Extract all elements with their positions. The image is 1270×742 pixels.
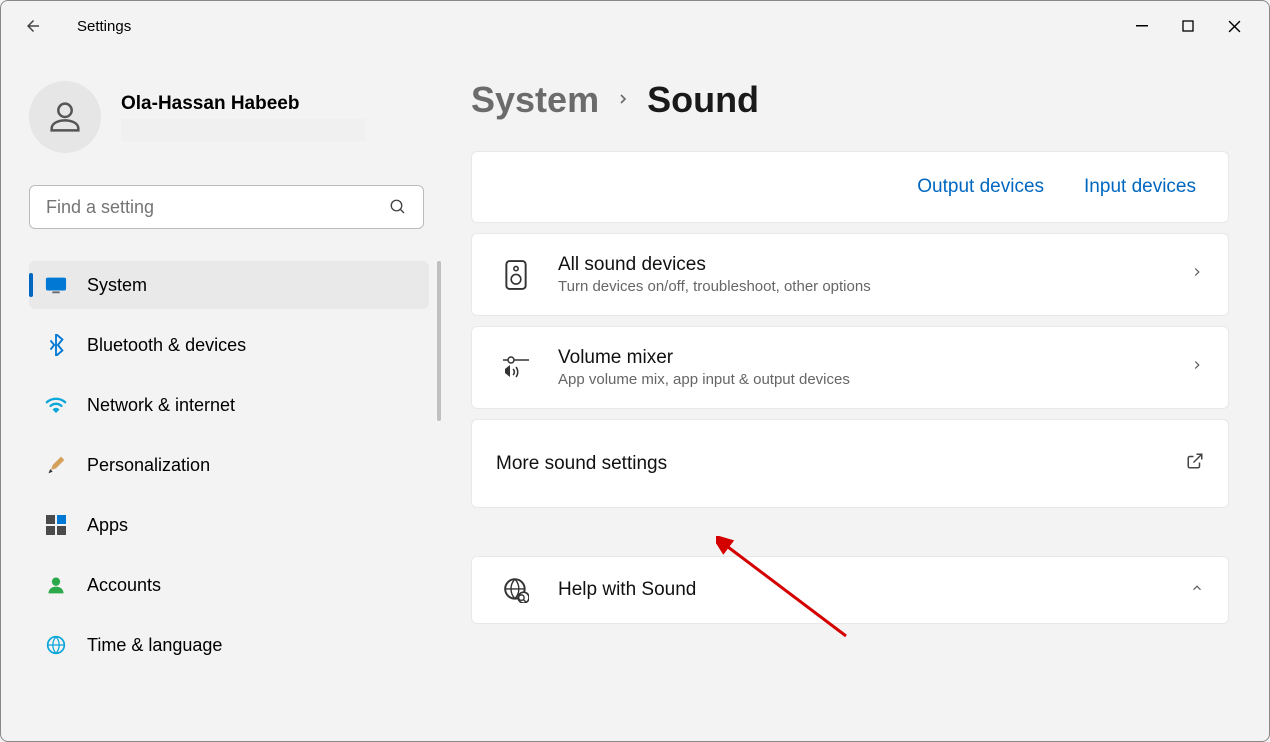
nav-item-system[interactable]: System (29, 261, 429, 309)
mixer-icon (496, 355, 536, 381)
row-description: App volume mix, app input & output devic… (558, 371, 1190, 388)
nav-label: Network & internet (87, 395, 235, 416)
nav-label: System (87, 275, 147, 296)
brush-icon (45, 454, 67, 476)
nav-label: Time & language (87, 635, 222, 656)
back-button[interactable] (13, 6, 53, 46)
close-icon (1228, 20, 1241, 33)
nav-list: System Bluetooth & devices Network & int… (29, 261, 423, 669)
app-title: Settings (77, 18, 131, 35)
nav-item-bluetooth[interactable]: Bluetooth & devices (29, 321, 429, 369)
speaker-device-icon (496, 260, 536, 290)
display-icon (45, 274, 67, 296)
open-external-icon (1186, 452, 1204, 475)
titlebar: Settings (1, 1, 1269, 51)
person-icon (45, 574, 67, 596)
window-controls (1119, 10, 1257, 42)
search-icon (389, 198, 407, 216)
row-title: Volume mixer (558, 347, 1190, 369)
profile-name: Ola-Hassan Habeeb (121, 93, 366, 115)
chevron-up-icon (1190, 581, 1204, 600)
volume-mixer-row[interactable]: Volume mixer App volume mix, app input &… (471, 326, 1229, 409)
nav-item-time-language[interactable]: Time & language (29, 621, 429, 669)
bluetooth-icon (45, 334, 67, 356)
sidebar: Ola-Hassan Habeeb System Bluetooth & dev… (1, 51, 441, 741)
profile-email-redacted (121, 119, 366, 141)
breadcrumb-parent[interactable]: System (471, 79, 599, 121)
minimize-icon (1136, 20, 1148, 32)
maximize-icon (1182, 20, 1194, 32)
globe-help-icon (496, 577, 536, 603)
wifi-icon (45, 394, 67, 416)
scrollbar[interactable] (437, 261, 441, 421)
all-sound-devices-row[interactable]: All sound devices Turn devices on/off, t… (471, 233, 1229, 316)
chevron-right-icon (1190, 358, 1204, 377)
maximize-button[interactable] (1165, 10, 1211, 42)
search-input[interactable] (46, 197, 389, 218)
main-content: System Sound Output devices Input device… (441, 51, 1269, 741)
avatar (29, 81, 101, 153)
close-button[interactable] (1211, 10, 1257, 42)
nav-label: Accounts (87, 575, 161, 596)
page-title: Sound (647, 79, 759, 121)
apps-icon (45, 514, 67, 536)
breadcrumb: System Sound (471, 79, 1229, 121)
nav-item-network[interactable]: Network & internet (29, 381, 429, 429)
nav-item-personalization[interactable]: Personalization (29, 441, 429, 489)
row-description: Turn devices on/off, troubleshoot, other… (558, 278, 1190, 295)
person-icon (45, 97, 85, 137)
row-title: Help with Sound (558, 579, 1190, 601)
help-with-sound-row[interactable]: Help with Sound (471, 556, 1229, 624)
chevron-right-icon (615, 86, 631, 114)
nav-label: Apps (87, 515, 128, 536)
row-title: All sound devices (558, 254, 1190, 276)
tab-output-devices[interactable]: Output devices (917, 176, 1044, 198)
nav-label: Bluetooth & devices (87, 335, 246, 356)
minimize-button[interactable] (1119, 10, 1165, 42)
profile[interactable]: Ola-Hassan Habeeb (29, 81, 423, 153)
row-title: More sound settings (496, 453, 1186, 475)
device-tabs-card: Output devices Input devices (471, 151, 1229, 223)
nav-item-apps[interactable]: Apps (29, 501, 429, 549)
nav-item-accounts[interactable]: Accounts (29, 561, 429, 609)
search-box[interactable] (29, 185, 424, 229)
more-sound-settings-row[interactable]: More sound settings (471, 419, 1229, 508)
chevron-right-icon (1190, 265, 1204, 284)
back-arrow-icon (24, 17, 42, 35)
nav-label: Personalization (87, 455, 210, 476)
globe-clock-icon (45, 634, 67, 656)
tab-input-devices[interactable]: Input devices (1084, 176, 1196, 198)
